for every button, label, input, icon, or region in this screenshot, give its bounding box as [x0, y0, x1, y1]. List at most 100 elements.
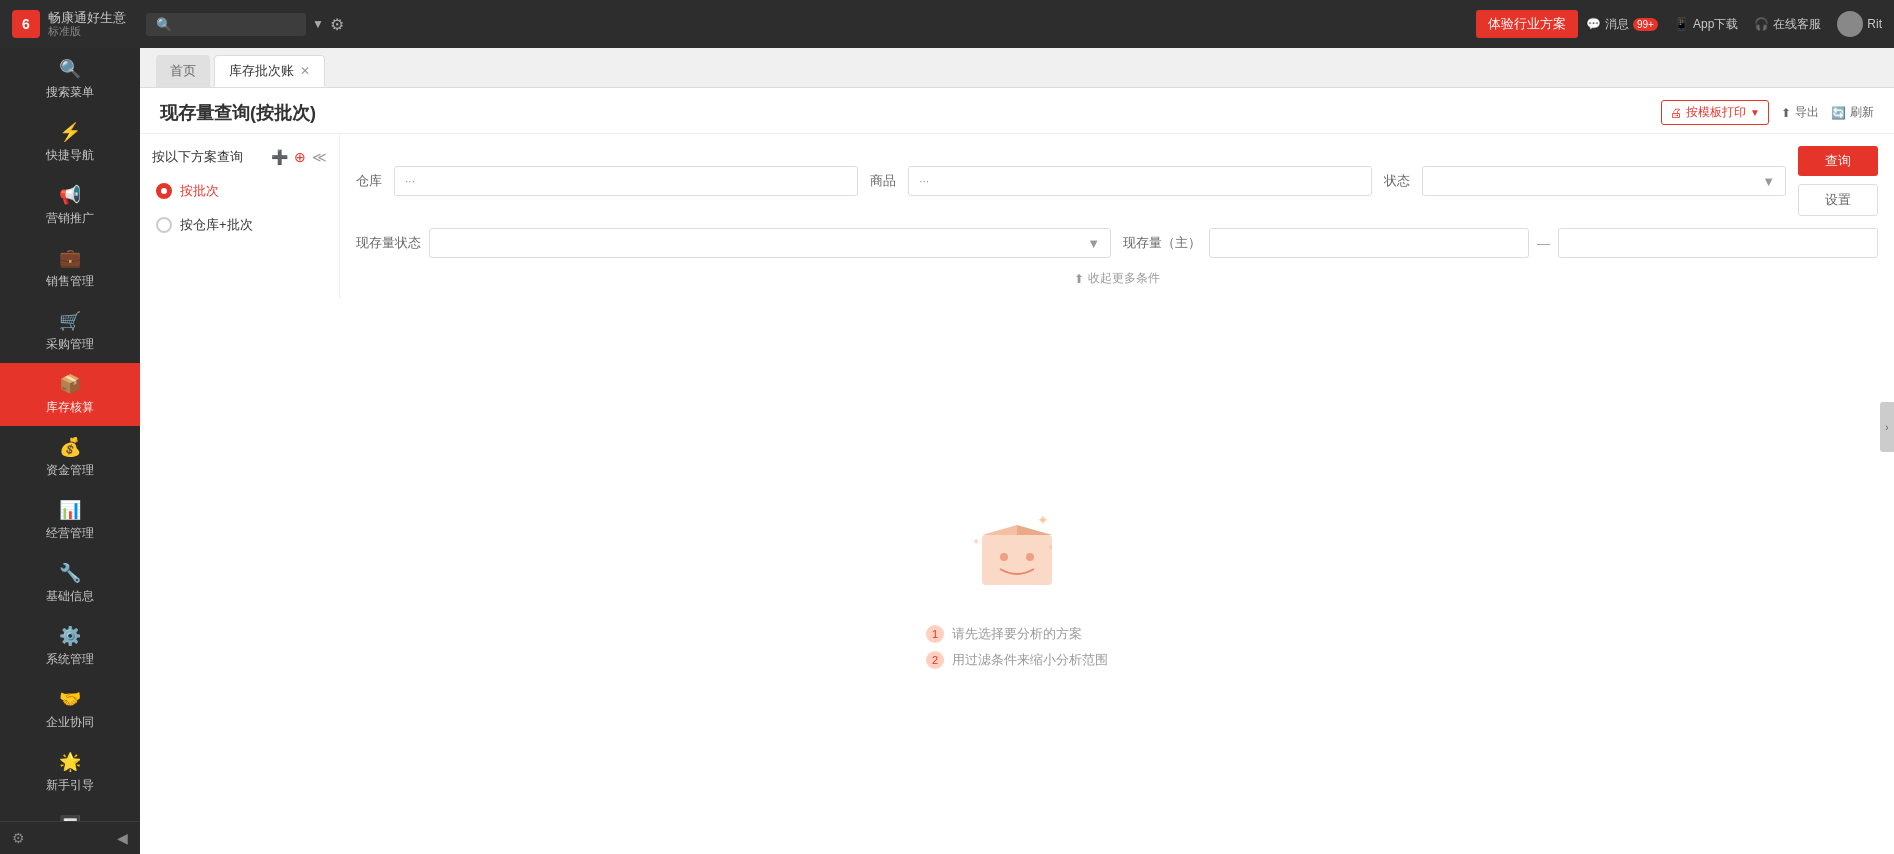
filter-actions: 查询 设置 [1798, 146, 1878, 216]
online-service-item[interactable]: 🎧 在线客服 [1754, 16, 1821, 33]
svg-point-4 [1026, 553, 1034, 561]
qty-dash: — [1537, 236, 1550, 251]
product-input[interactable]: ··· [908, 166, 1372, 196]
settings-icon[interactable]: ⚙ [330, 15, 344, 34]
empty-hint-2: 2 用过滤条件来缩小分析范围 [926, 651, 1108, 669]
hint-num-2: 2 [926, 651, 944, 669]
sidebar-collapse-icon[interactable]: ◀ [117, 830, 128, 846]
page-header-actions: 🖨 按模板打印 ▼ ⬆ 导出 🔄 刷新 [1661, 100, 1874, 125]
product-placeholder: ··· [919, 174, 929, 188]
newbie-icon: 🌟 [59, 751, 81, 773]
sidebar-item-apps[interactable]: 🔲 应用中心 [0, 804, 140, 821]
status-label: 状态 [1384, 172, 1414, 190]
sidebar-bottom: ⚙ ◀ [0, 821, 140, 854]
sidebar-item-finance[interactable]: 💰 资金管理 [0, 426, 140, 489]
messages-badge: 99+ [1633, 18, 1658, 31]
right-panel-arrow: › [1885, 422, 1888, 433]
sidebar-settings-icon[interactable]: ⚙ [12, 830, 25, 846]
sidebar-item-label: 采购管理 [46, 336, 94, 353]
app-logo: 6 [12, 10, 40, 38]
tabbar: 首页 库存批次账 ✕ [140, 48, 1894, 88]
trial-button[interactable]: 体验行业方案 [1476, 10, 1578, 38]
qty-min-input[interactable] [1209, 228, 1529, 258]
content-area: 首页 库存批次账 ✕ 现存量查询(按批次) 🖨 按模板打印 ▼ [140, 48, 1894, 854]
topbar-right: 💬 消息 99+ 📱 App下载 🎧 在线客服 Rit [1586, 11, 1882, 37]
svg-point-3 [1000, 553, 1008, 561]
export-button[interactable]: ⬆ 导出 [1781, 104, 1819, 121]
add-scheme-icon[interactable]: ➕ [271, 149, 288, 165]
search-menu-icon: 🔍 [59, 58, 81, 80]
query-button[interactable]: 查询 [1798, 146, 1878, 176]
sidebar-item-operations[interactable]: 📊 经营管理 [0, 489, 140, 552]
sidebar-item-basic-info[interactable]: 🔧 基础信息 [0, 552, 140, 615]
filter-group-warehouse: 仓库 ··· [356, 166, 858, 196]
app-download-item[interactable]: 📱 App下载 [1674, 16, 1738, 33]
sidebar-item-inventory[interactable]: 📦 库存核算 [0, 363, 140, 426]
tab-inventory-batch[interactable]: 库存批次账 ✕ [214, 55, 325, 87]
messages-item[interactable]: 💬 消息 99+ [1586, 16, 1658, 33]
sidebar-item-newbie[interactable]: 🌟 新手引导 [0, 741, 140, 804]
hint-num-1: 1 [926, 625, 944, 643]
search-bar[interactable]: 🔍 [146, 13, 306, 36]
phone-icon: 📱 [1674, 17, 1689, 31]
tab-home[interactable]: 首页 [156, 55, 210, 87]
status-dropdown-icon: ▼ [1762, 174, 1775, 189]
qty-max-input[interactable] [1558, 228, 1878, 258]
sidebar-item-sales[interactable]: 💼 销售管理 [0, 237, 140, 300]
filter-group-qty: 现存量（主） — [1123, 228, 1878, 258]
scheme-item-label: 按批次 [180, 182, 219, 200]
tab-close-icon[interactable]: ✕ [300, 64, 310, 78]
status-select[interactable]: ▼ [1422, 166, 1786, 196]
apps-icon: 🔲 [59, 814, 81, 821]
empty-hint-1: 1 请先选择要分析的方案 [926, 625, 1108, 643]
page-inner: 现存量查询(按批次) 🖨 按模板打印 ▼ ⬆ 导出 🔄 [140, 88, 1894, 854]
sidebar-item-system[interactable]: ⚙️ 系统管理 [0, 615, 140, 678]
inventory-status-select[interactable]: ▼ [429, 228, 1111, 258]
sidebar-item-label: 销售管理 [46, 273, 94, 290]
settings-filter-button[interactable]: 设置 [1798, 184, 1878, 216]
sidebar-item-label: 基础信息 [46, 588, 94, 605]
product-label: 商品 [870, 172, 900, 190]
print-icon: 🖨 [1670, 106, 1682, 120]
quick-nav-icon: ⚡ [59, 121, 81, 143]
warehouse-label: 仓库 [356, 172, 386, 190]
sidebar-item-quick-nav[interactable]: ⚡ 快捷导航 [0, 111, 140, 174]
refresh-button[interactable]: 🔄 刷新 [1831, 104, 1874, 121]
scheme-item-batch[interactable]: 按批次 [140, 174, 339, 208]
sidebar-item-label: 系统管理 [46, 651, 94, 668]
settings-scheme-icon[interactable]: ⊕ [294, 149, 306, 165]
scheme-panel-header: 按以下方案查询 ➕ ⊕ ≪ [140, 144, 339, 174]
user-avatar-item[interactable]: Rit [1837, 11, 1882, 37]
sidebar-item-search[interactable]: 🔍 搜索菜单 [0, 48, 140, 111]
qty-label: 现存量（主） [1123, 234, 1201, 252]
search-dropdown-icon[interactable]: ▼ [312, 17, 324, 31]
sidebar-item-enterprise[interactable]: 🤝 企业协同 [0, 678, 140, 741]
message-icon: 💬 [1586, 17, 1601, 31]
scheme-panel-icons: ➕ ⊕ ≪ [271, 149, 327, 165]
right-panel-toggle[interactable]: › [1880, 402, 1894, 452]
finance-icon: 💰 [59, 436, 81, 458]
print-button[interactable]: 🖨 按模板打印 ▼ [1661, 100, 1769, 125]
print-dropdown-icon: ▼ [1750, 107, 1760, 118]
sidebar-item-marketing[interactable]: 📢 营销推广 [0, 174, 140, 237]
scheme-item-warehouse-batch[interactable]: 按仓库+批次 [140, 208, 339, 242]
sidebar-item-purchase[interactable]: 🛒 采购管理 [0, 300, 140, 363]
svg-rect-0 [982, 535, 1052, 585]
tab-home-label: 首页 [170, 62, 196, 80]
sidebar-item-label: 库存核算 [46, 399, 94, 416]
empty-hints: 1 请先选择要分析的方案 2 用过滤条件来缩小分析范围 [926, 625, 1108, 669]
filter-row-1: 仓库 ··· 商品 ··· [356, 146, 1878, 216]
filter-group-product: 商品 ··· [870, 166, 1372, 196]
marketing-icon: 📢 [59, 184, 81, 206]
inventory-icon: 📦 [59, 373, 81, 395]
sidebar-scroll: 🔍 搜索菜单 ⚡ 快捷导航 📢 营销推广 💼 销售管理 🛒 采购管理 📦 [0, 48, 140, 821]
page: 现存量查询(按批次) 🖨 按模板打印 ▼ ⬆ 导出 🔄 [140, 88, 1894, 854]
operations-icon: 📊 [59, 499, 81, 521]
warehouse-input[interactable]: ··· [394, 166, 858, 196]
page-header: 现存量查询(按批次) 🖨 按模板打印 ▼ ⬆ 导出 🔄 [140, 88, 1894, 134]
avatar [1837, 11, 1863, 37]
collapse-scheme-icon[interactable]: ≪ [312, 149, 327, 165]
scheme-item-label: 按仓库+批次 [180, 216, 253, 234]
sidebar-item-label: 营销推广 [46, 210, 94, 227]
collapse-filter-button[interactable]: ⬆ 收起更多条件 [356, 270, 1878, 287]
